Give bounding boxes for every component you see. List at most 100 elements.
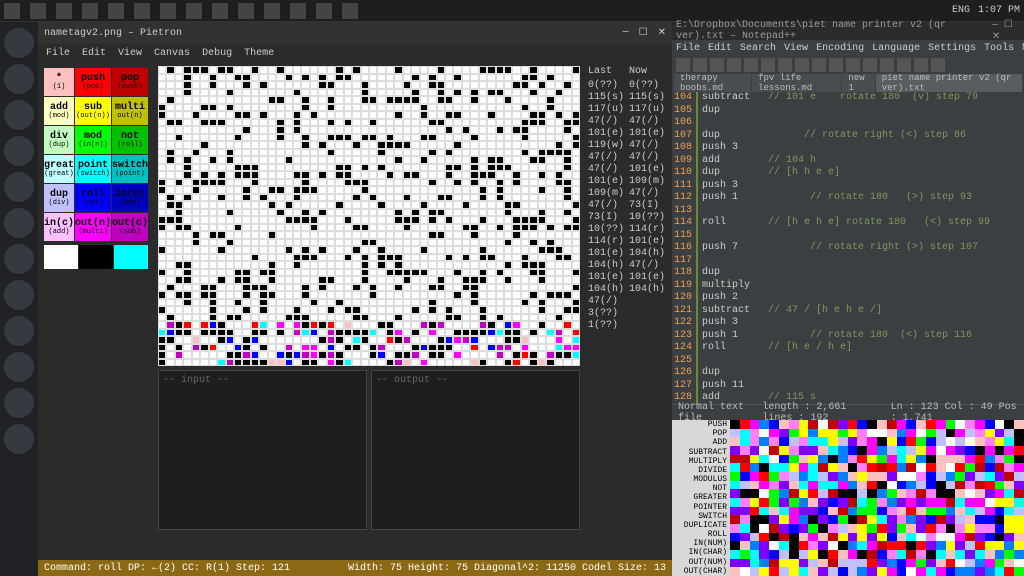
taskbar-app-icon[interactable] <box>238 3 254 19</box>
toolbar-button[interactable] <box>693 58 707 72</box>
palette-roll[interactable]: roll(not) <box>75 184 111 212</box>
palette-push[interactable]: push(pop) <box>75 68 111 96</box>
taskbar-app-icon[interactable] <box>56 3 72 19</box>
code-line[interactable]: 124roll // [h e / h e] <box>672 342 1024 355</box>
npp-menu-encoding[interactable]: Encoding <box>816 43 864 54</box>
code-line[interactable]: 114roll // [h e h e] rotate 180 (<) step… <box>672 217 1024 230</box>
code-line[interactable]: 113 <box>672 205 1024 218</box>
npp-tab[interactable]: fpv life lessons.md <box>752 74 841 92</box>
palette-out(c)[interactable]: out(c)(sub) <box>112 213 148 241</box>
taskbar-app-icon[interactable] <box>4 3 20 19</box>
code-line[interactable]: 107dup // rotate right (<) step 86 <box>672 130 1024 143</box>
toolbar-button[interactable] <box>846 58 860 72</box>
palette-pop[interactable]: pop(push) <box>112 68 148 96</box>
code-line[interactable]: 118dup <box>672 267 1024 280</box>
discord-server-icon[interactable] <box>4 100 34 130</box>
discord-server-icon[interactable] <box>4 28 34 58</box>
code-line[interactable]: 108push 3 <box>672 142 1024 155</box>
code-line[interactable]: 119multiply <box>672 280 1024 293</box>
taskbar-app-icon[interactable] <box>160 3 176 19</box>
palette-div[interactable]: div(dup) <box>44 126 74 154</box>
npp-menu-file[interactable]: File <box>676 43 700 54</box>
code-line[interactable]: 104subtract // 101 e rotate 180 (v) step… <box>672 92 1024 105</box>
toolbar-button[interactable] <box>676 58 690 72</box>
toolbar-button[interactable] <box>880 58 894 72</box>
toolbar-button[interactable] <box>795 58 809 72</box>
toolbar-button[interactable] <box>931 58 945 72</box>
code-line[interactable]: 122push 3 <box>672 317 1024 330</box>
npp-tab[interactable]: therapy boobs.md <box>674 74 751 92</box>
code-line[interactable]: 111push 3 <box>672 180 1024 193</box>
close-button[interactable]: ✕ <box>658 27 666 39</box>
palette-in(c)[interactable]: in(c)(add) <box>44 213 74 241</box>
menu-theme[interactable]: Theme <box>244 48 274 59</box>
npp-editor[interactable]: 104subtract // 101 e rotate 180 (v) step… <box>672 92 1024 404</box>
piet-canvas[interactable] <box>158 66 580 366</box>
menu-view[interactable]: View <box>118 48 142 59</box>
taskbar-app-icon[interactable] <box>134 3 150 19</box>
palette-swatch[interactable] <box>114 245 148 269</box>
palette-swatch[interactable] <box>79 245 113 269</box>
code-line[interactable]: 120push 2 <box>672 292 1024 305</box>
taskbar-app-icon[interactable] <box>186 3 202 19</box>
taskbar-app-icon[interactable] <box>316 3 332 19</box>
npp-menu-settings[interactable]: Settings <box>928 43 976 54</box>
code-line[interactable]: 123push 1 // rotate 180 (<) step 116 <box>672 330 1024 343</box>
discord-server-icon[interactable] <box>4 136 34 166</box>
toolbar-button[interactable] <box>863 58 877 72</box>
toolbar-button[interactable] <box>761 58 775 72</box>
menu-debug[interactable]: Debug <box>202 48 232 59</box>
discord-server-icon[interactable] <box>4 280 34 310</box>
code-line[interactable]: 117 <box>672 255 1024 268</box>
palette-multi[interactable]: multiout(n) <box>112 97 148 125</box>
input-box[interactable]: -- input -- <box>158 370 367 530</box>
taskbar-app-icon[interactable] <box>108 3 124 19</box>
code-line[interactable]: 106 <box>672 117 1024 130</box>
minimize-button[interactable]: — <box>623 27 629 39</box>
palette-out(n)[interactable]: out(n)(multi) <box>75 213 111 241</box>
toolbar-button[interactable] <box>897 58 911 72</box>
npp-tab[interactable]: new 1 <box>842 74 874 92</box>
taskbar-app-icon[interactable] <box>82 3 98 19</box>
palette-in(n)[interactable]: in(n)(mod) <box>112 184 148 212</box>
discord-server-icon[interactable] <box>4 172 34 202</box>
discord-server-icon[interactable] <box>4 208 34 238</box>
palette-dup[interactable]: dup(div) <box>44 184 74 212</box>
discord-server-icon[interactable] <box>4 424 34 454</box>
palette-great[interactable]: great(great) <box>44 155 74 183</box>
code-line[interactable]: 110dup // [h h e e] <box>672 167 1024 180</box>
taskbar-app-icon[interactable] <box>342 3 358 19</box>
toolbar-button[interactable] <box>829 58 843 72</box>
discord-server-icon[interactable] <box>4 316 34 346</box>
toolbar-button[interactable] <box>778 58 792 72</box>
code-line[interactable]: 126dup <box>672 367 1024 380</box>
code-line[interactable]: 116push 7 // rotate right (>) step 107 <box>672 242 1024 255</box>
code-line[interactable]: 121subtract // 47 / [h e h e /] <box>672 305 1024 318</box>
npp-menu-edit[interactable]: Edit <box>708 43 732 54</box>
code-line[interactable]: 109add // 104 h <box>672 155 1024 168</box>
discord-server-icon[interactable] <box>4 352 34 382</box>
npp-menu-language[interactable]: Language <box>872 43 920 54</box>
code-line[interactable]: 125 <box>672 355 1024 368</box>
menu-canvas[interactable]: Canvas <box>154 48 190 59</box>
taskbar-app-icon[interactable] <box>290 3 306 19</box>
palette-point[interactable]: point(switch) <box>75 155 111 183</box>
palette-mod[interactable]: mod(in(n)) <box>75 126 111 154</box>
discord-server-icon[interactable] <box>4 244 34 274</box>
discord-server-icon[interactable] <box>4 64 34 94</box>
npp-menu-search[interactable]: Search <box>740 43 776 54</box>
menu-edit[interactable]: Edit <box>82 48 106 59</box>
palette-switch[interactable]: switch(point) <box>112 155 148 183</box>
palette-swatch[interactable] <box>44 245 78 269</box>
toolbar-button[interactable] <box>914 58 928 72</box>
palette-not[interactable]: not(roll) <box>112 126 148 154</box>
palette-sub[interactable]: sub(out(n)) <box>75 97 111 125</box>
palette-*[interactable]: *(1) <box>44 68 74 96</box>
menu-file[interactable]: File <box>46 48 70 59</box>
toolbar-button[interactable] <box>812 58 826 72</box>
code-line[interactable]: 115 <box>672 230 1024 243</box>
toolbar-button[interactable] <box>744 58 758 72</box>
npp-tab[interactable]: piet name printer v2 (qr ver).txt <box>876 74 1022 92</box>
taskbar-app-icon[interactable] <box>212 3 228 19</box>
toolbar-button[interactable] <box>710 58 724 72</box>
